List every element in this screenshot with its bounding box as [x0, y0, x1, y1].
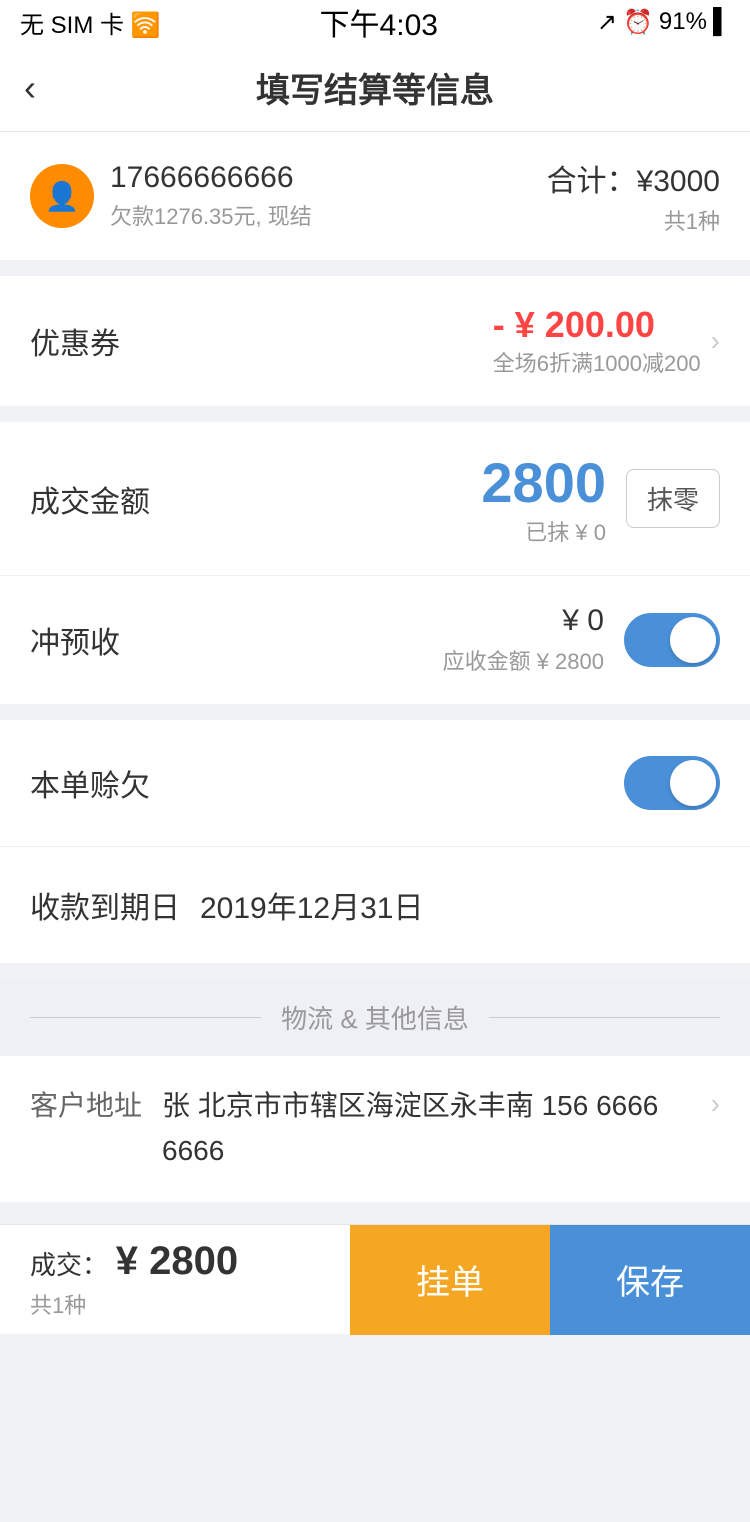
page-title: 填写结算等信息	[256, 63, 494, 112]
precollect-row: 冲预收 ¥ 0 应收金额 ¥ 2800	[0, 575, 750, 704]
user-subtext: 欠款1276.35元, 现结	[110, 199, 312, 231]
deal-sub: 已抹 ¥ 0	[481, 515, 606, 547]
owes-toggle[interactable]	[624, 756, 720, 810]
sim-status: 无 SIM 卡 🛜	[20, 5, 161, 40]
separator-text: 物流 & 其他信息	[261, 999, 489, 1036]
duedate-value: 2019年12月31日	[200, 883, 423, 927]
status-left: 无 SIM 卡 🛜	[20, 5, 161, 40]
round-button[interactable]: 抹零	[626, 469, 720, 528]
owes-label: 本单赊欠	[30, 761, 150, 805]
deal-label: 成交金额	[30, 477, 150, 521]
precollect-amount: ¥ 0	[562, 604, 604, 638]
address-chevron-icon: ›	[711, 1088, 720, 1120]
battery-icon: ▌	[713, 8, 730, 36]
precollect-right-wrapper: ¥ 0 应收金额 ¥ 2800	[443, 604, 720, 676]
user-right: 合计：¥3000 共1种	[547, 156, 720, 236]
total-amount: 合计：¥3000	[547, 156, 720, 200]
deal-right: 2800 已抹 ¥ 0 抹零	[481, 450, 720, 547]
separator-line-right	[489, 1017, 720, 1018]
bottom-deal-amount: ¥ 2800	[116, 1239, 238, 1283]
coupon-right: - ¥ 200.00 全场6折满1000减200 ›	[493, 304, 720, 378]
coupon-chevron-icon: ›	[711, 325, 720, 357]
bottom-deal-line: 成交： ¥ 2800	[30, 1239, 320, 1284]
owes-section: 本单赊欠 收款到期日 2019年12月31日	[0, 720, 750, 963]
nav-bar: ‹ 填写结算等信息	[0, 44, 750, 132]
precollect-toggle[interactable]	[624, 613, 720, 667]
separator-line-left	[30, 1017, 261, 1018]
coupon-desc: 全场6折满1000减200	[493, 346, 701, 378]
deal-section: 成交金额 2800 已抹 ¥ 0 抹零 冲预收 ¥ 0 应收金额 ¥ 2800	[0, 422, 750, 704]
pending-button[interactable]: 挂单	[350, 1225, 550, 1335]
bottom-summary: 成交： ¥ 2800 共1种	[0, 1239, 350, 1320]
coupon-discount: - ¥ 200.00	[493, 304, 701, 346]
user-phone: 17666666666	[110, 161, 312, 195]
precollect-sub: 应收金额 ¥ 2800	[443, 644, 604, 676]
bottom-deal-label: 成交：	[30, 1250, 108, 1280]
precollect-label: 冲预收	[30, 618, 120, 662]
deal-amount: 2800	[481, 450, 606, 515]
status-bar: 无 SIM 卡 🛜 下午4:03 ↗ ⏰ 91% ▌	[0, 0, 750, 44]
location-icon: ↗	[597, 8, 617, 37]
avatar-icon: 👤	[45, 180, 80, 213]
clock-icon: ⏰	[623, 8, 653, 37]
total-count: 共1种	[547, 204, 720, 236]
status-time: 下午4:03	[320, 0, 438, 44]
owes-row: 本单赊欠	[0, 720, 750, 846]
save-button[interactable]: 保存	[550, 1225, 750, 1335]
address-label: 客户地址	[30, 1084, 142, 1129]
bottom-bar: 成交： ¥ 2800 共1种 挂单 保存	[0, 1224, 750, 1334]
user-info-text: 17666666666 欠款1276.35元, 现结	[110, 161, 312, 231]
user-info-row: 👤 17666666666 欠款1276.35元, 现结 合计：¥3000 共1…	[0, 132, 750, 260]
precollect-right: ¥ 0 应收金额 ¥ 2800	[443, 604, 604, 676]
deal-row: 成交金额 2800 已抹 ¥ 0 抹零	[0, 422, 750, 575]
status-right: ↗ ⏰ 91% ▌	[597, 8, 730, 37]
coupon-label: 优惠券	[30, 319, 120, 363]
logistics-separator: 物流 & 其他信息	[0, 979, 750, 1056]
coupon-row[interactable]: 优惠券 - ¥ 200.00 全场6折满1000减200 ›	[0, 276, 750, 406]
duedate-label: 收款到期日	[30, 883, 180, 927]
battery-status: 91%	[659, 8, 707, 36]
avatar: 👤	[30, 164, 94, 228]
bottom-count: 共1种	[30, 1288, 320, 1320]
back-button[interactable]: ‹	[24, 67, 36, 109]
user-left: 👤 17666666666 欠款1276.35元, 现结	[30, 161, 312, 231]
duedate-row: 收款到期日 2019年12月31日	[0, 846, 750, 963]
address-value: 张 北京市市辖区海淀区永丰南 156 6666 6666	[162, 1084, 701, 1174]
address-row[interactable]: 客户地址 张 北京市市辖区海淀区永丰南 156 6666 6666 ›	[0, 1056, 750, 1202]
